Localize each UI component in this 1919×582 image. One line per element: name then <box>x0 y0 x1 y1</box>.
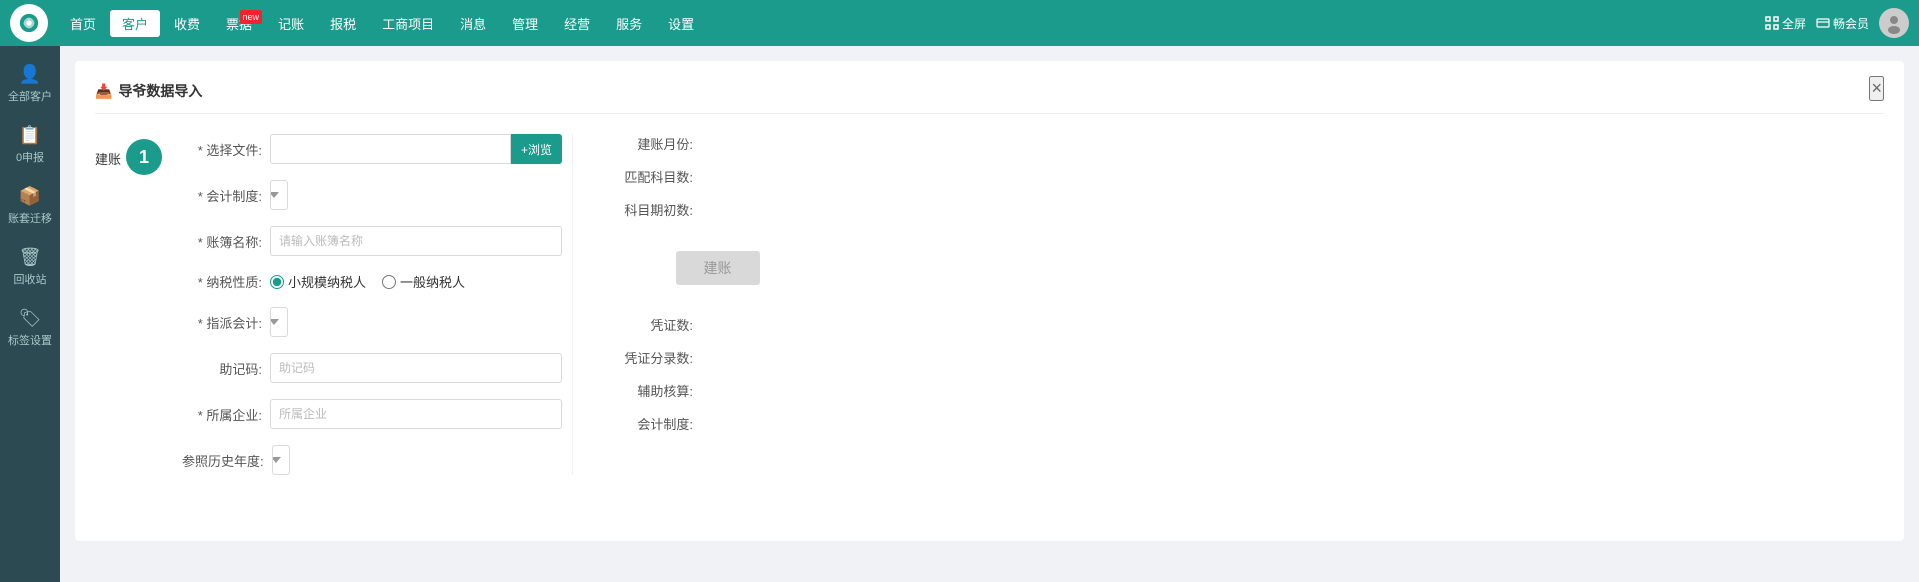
tax-general-radio[interactable] <box>382 275 396 289</box>
nav-item-home[interactable]: 首页 <box>58 10 108 37</box>
nav-item-service[interactable]: 服务 <box>604 10 654 37</box>
nav-item-operate[interactable]: 经营 <box>552 10 602 37</box>
assign-label: * 指派会计: <box>182 313 262 332</box>
tax-label: * 纳税性质: <box>182 272 262 291</box>
company-label: * 所属企业: <box>182 405 262 424</box>
init-row: 科目期初数: <box>603 200 832 219</box>
info-panel: 建账月份: 匹配科目数: 科目期初数: 建账 <box>572 134 832 475</box>
accounting-row: * 会计制度: <box>182 180 562 210</box>
voucher-records-row: 凭证分录数: <box>603 348 832 367</box>
memo-input[interactable] <box>270 353 562 383</box>
dialog-title: 📥 导爷数据导入 <box>95 81 1884 114</box>
accounting-label: * 会计制度: <box>182 186 262 205</box>
layout: 👤 全部客户 📋 0申报 📦 账套迁移 🗑 回收站 🏷 标签设置 📥 导爷数据导… <box>0 46 1919 582</box>
nav-item-fee[interactable]: 收费 <box>162 10 212 37</box>
nav-item-customer[interactable]: 客户 <box>110 10 160 37</box>
tax-row: * 纳税性质: 小规模纳税人 一般纳税人 <box>182 272 562 291</box>
sidebar-item-recycle[interactable]: 🗑 回收站 <box>0 239 60 295</box>
tag-icon: 🏷 <box>19 308 42 329</box>
nav-item-message[interactable]: 消息 <box>448 10 498 37</box>
nav-item-tax[interactable]: 报税 <box>318 10 368 37</box>
file-select-row: * 选择文件: +浏览 <box>182 134 562 164</box>
tax-radio-group: 小规模纳税人 一般纳税人 <box>270 272 465 291</box>
import-icon: 📥 <box>95 83 112 100</box>
logo[interactable] <box>10 4 48 42</box>
voucher-row: 凭证数: <box>603 315 832 334</box>
sidebar-item-tag-settings[interactable]: 🏷 标签设置 <box>0 300 60 356</box>
sidebar-item-migrate[interactable]: 📦 账套迁移 <box>0 178 60 234</box>
tax-small-radio[interactable] <box>270 275 284 289</box>
nav-item-business[interactable]: 工商项目 <box>370 10 446 37</box>
recycle-icon: 🗑 <box>19 247 42 268</box>
bookname-input[interactable] <box>270 226 562 256</box>
voucher-label: 凭证数: <box>603 315 693 334</box>
main-content: 📥 导爷数据导入 × 建账 1 * 选择文件: <box>60 46 1919 582</box>
history-select-wrapper <box>272 445 562 475</box>
company-input[interactable] <box>270 399 562 429</box>
tax-general-radio-label[interactable]: 一般纳税人 <box>382 272 465 291</box>
sidebar: 👤 全部客户 📋 0申报 📦 账套迁移 🗑 回收站 🏷 标签设置 <box>0 46 60 582</box>
step-section: 建账 1 <box>95 134 162 475</box>
aux-label: 辅助核算: <box>603 381 693 400</box>
form-fields: * 选择文件: +浏览 * 会计制度: <box>182 134 562 475</box>
file-input[interactable] <box>270 134 511 164</box>
dialog-card: 📥 导爷数据导入 × 建账 1 * 选择文件: <box>75 61 1904 541</box>
history-row: 参照历史年度: <box>182 445 562 475</box>
new-badge: new <box>240 10 263 24</box>
form-container: 建账 1 * 选择文件: +浏览 * 会计制度: <box>95 134 1884 475</box>
accounting-select-wrapper <box>270 180 562 210</box>
bookname-row: * 账簿名称: <box>182 226 562 256</box>
month-row: 建账月份: <box>603 134 832 153</box>
top-nav-right: 全屏 畅会员 <box>1765 8 1909 38</box>
history-label: 参照历史年度: <box>182 451 264 470</box>
fullscreen-button[interactable]: 全屏 <box>1765 15 1806 32</box>
nav-item-invoice[interactable]: 票据 new <box>214 10 264 37</box>
avatar[interactable] <box>1879 8 1909 38</box>
init-label: 科目期初数: <box>603 200 693 219</box>
assign-row: * 指派会计: <box>182 307 562 337</box>
month-label: 建账月份: <box>603 134 693 153</box>
user-icon: 👤 <box>19 64 41 85</box>
accounting-result-label: 会计制度: <box>603 414 693 433</box>
match-row: 匹配科目数: <box>603 167 832 186</box>
nav-item-manage[interactable]: 管理 <box>500 10 550 37</box>
assign-select[interactable] <box>270 307 288 337</box>
bookname-label: * 账簿名称: <box>182 232 262 251</box>
voucher-records-label: 凭证分录数: <box>603 348 693 367</box>
memo-row: 助记码: <box>182 353 562 383</box>
accounting-result-row: 会计制度: <box>603 414 832 433</box>
tax-small-radio-label[interactable]: 小规模纳税人 <box>270 272 366 291</box>
memo-label: 助记码: <box>182 359 262 378</box>
close-button[interactable]: × <box>1869 76 1884 101</box>
accounting-select[interactable] <box>270 180 288 210</box>
sidebar-item-all-customers[interactable]: 👤 全部客户 <box>0 56 60 112</box>
nav-items: 首页 客户 收费 票据 new 记账 报税 工商项目 消息 管理 经营 服务 设… <box>58 10 1765 37</box>
nav-item-settings[interactable]: 设置 <box>656 10 706 37</box>
browse-button[interactable]: +浏览 <box>511 134 562 164</box>
vip-button[interactable]: 畅会员 <box>1816 15 1869 32</box>
top-nav: 首页 客户 收费 票据 new 记账 报税 工商项目 消息 管理 经营 服务 设… <box>0 0 1919 46</box>
assign-select-wrapper <box>270 307 562 337</box>
sidebar-item-zero-declare[interactable]: 📋 0申报 <box>0 117 60 173</box>
submit-button[interactable]: 建账 <box>676 251 760 285</box>
company-row: * 所属企业: <box>182 399 562 429</box>
match-label: 匹配科目数: <box>603 167 693 186</box>
file-label: * 选择文件: <box>182 140 262 159</box>
file-input-group: +浏览 <box>270 134 562 164</box>
history-select[interactable] <box>272 445 290 475</box>
nav-item-account[interactable]: 记账 <box>266 10 316 37</box>
migrate-icon: 📦 <box>19 186 41 207</box>
declare-icon: 📋 <box>19 125 41 146</box>
step-circle: 1 <box>126 139 162 175</box>
aux-row: 辅助核算: <box>603 381 832 400</box>
